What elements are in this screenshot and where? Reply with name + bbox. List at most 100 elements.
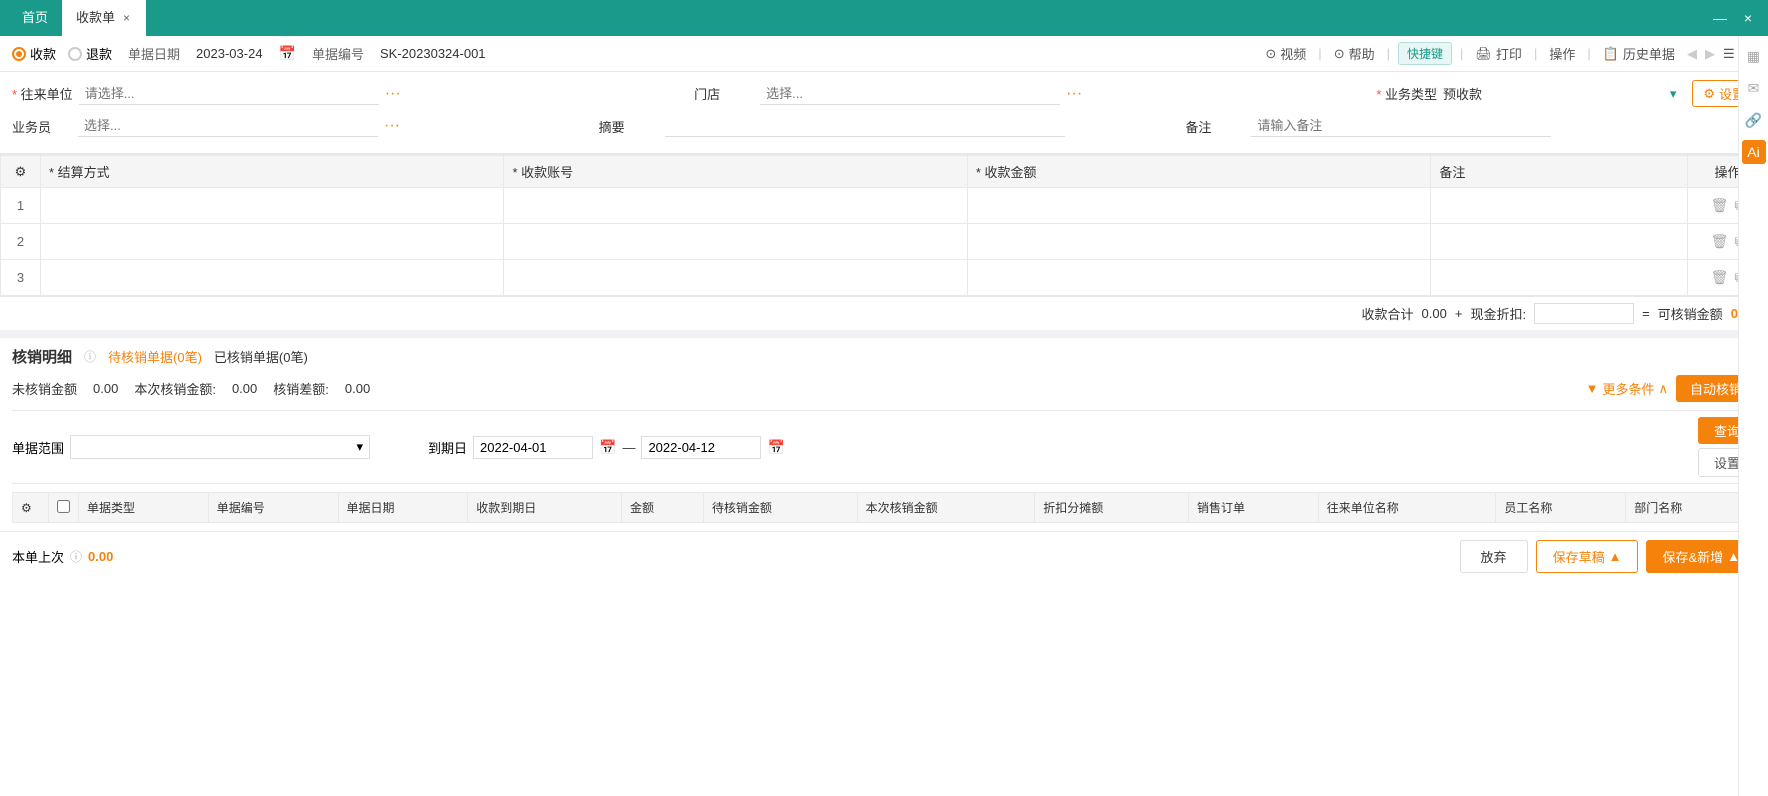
bt-checkbox-header[interactable] bbox=[49, 493, 79, 523]
bt-settings-header[interactable]: ⚙ bbox=[13, 493, 49, 523]
help-btn[interactable]: ⊙ 帮助 bbox=[1330, 42, 1379, 65]
sidebar-link-icon[interactable]: 🔗 bbox=[1742, 108, 1766, 132]
discount-label: 现金折扣: bbox=[1470, 304, 1526, 323]
delete-row-btn[interactable]: 🗑 bbox=[1711, 269, 1729, 286]
shortcut-btn[interactable]: 快捷键 bbox=[1398, 42, 1452, 65]
col-settlement-header: * 结算方式 bbox=[41, 156, 504, 188]
amount-cell[interactable] bbox=[967, 260, 1430, 296]
save-draft-btn[interactable]: 保存草稿 ▲ bbox=[1536, 540, 1639, 573]
sidebar-email-icon[interactable]: ✉ bbox=[1742, 76, 1766, 100]
refund-radio[interactable]: 退款 bbox=[68, 44, 112, 63]
bt-sales-order-header: 销售订单 bbox=[1188, 493, 1318, 523]
main-content: 收款 退款 单据日期 2023-03-24 📅 单据编号 SK-20230324… bbox=[0, 36, 1768, 796]
settlement-cell[interactable] bbox=[41, 188, 504, 224]
account-cell[interactable] bbox=[504, 188, 967, 224]
sidebar-ai-icon[interactable]: Ai bbox=[1742, 140, 1766, 164]
bt-discount-header: 折扣分摊额 bbox=[1035, 493, 1189, 523]
print-icon: 🖨 bbox=[1475, 46, 1492, 62]
remark-cell[interactable] bbox=[1431, 260, 1688, 296]
row-num: 1 bbox=[1, 188, 41, 224]
amount-cell[interactable] bbox=[967, 224, 1430, 260]
toolbar-actions: ⊙ 视频 | ⊙ 帮助 | 快捷键 | 🖨 打印 | 操作 | 📋 历史单据 bbox=[1261, 42, 1756, 65]
account-cell[interactable] bbox=[504, 224, 967, 260]
history-info-icon[interactable]: ⓘ bbox=[70, 548, 82, 565]
operate-label: 操作 bbox=[1549, 44, 1575, 63]
date-calendar-from[interactable]: 📅 bbox=[599, 439, 616, 456]
remark-cell[interactable] bbox=[1431, 224, 1688, 260]
total-label: 收款合计 bbox=[1362, 304, 1414, 323]
business-type-dropdown[interactable]: ▾ bbox=[1670, 86, 1677, 102]
more-conditions-btn[interactable]: ▼ 更多条件 ∧ bbox=[1586, 379, 1668, 398]
staff-input[interactable] bbox=[78, 115, 378, 137]
history-btn[interactable]: 📋 历史单据 bbox=[1599, 42, 1679, 65]
settlement-cell[interactable] bbox=[41, 260, 504, 296]
store-label: 门店 bbox=[694, 84, 754, 103]
staff-ellipsis[interactable]: ··· bbox=[384, 117, 400, 135]
col-account-header: * 收款账号 bbox=[504, 156, 967, 188]
print-btn[interactable]: 🖨 打印 bbox=[1471, 42, 1526, 65]
counterparty-label: 往来单位 bbox=[12, 84, 73, 103]
operate-btn[interactable]: 操作 bbox=[1545, 42, 1579, 65]
amount-cell[interactable] bbox=[967, 188, 1430, 224]
delete-row-btn[interactable]: 🗑 bbox=[1711, 197, 1729, 214]
col-settings-header[interactable]: ⚙ bbox=[1, 156, 41, 188]
summary-input[interactable] bbox=[665, 115, 1065, 137]
date-calendar-to[interactable]: 📅 bbox=[767, 439, 784, 456]
account-cell[interactable] bbox=[504, 260, 967, 296]
receipt-label: 收款 bbox=[30, 44, 56, 63]
bt-type-header: 单据类型 bbox=[79, 493, 209, 523]
video-btn[interactable]: ⊙ 视频 bbox=[1261, 42, 1310, 65]
unverified-label: 未核销金额 bbox=[12, 379, 77, 398]
refund-radio-dot bbox=[68, 47, 82, 61]
select-all-checkbox[interactable] bbox=[57, 500, 70, 513]
date-sep: — bbox=[622, 440, 635, 455]
counterparty-ellipsis[interactable]: ··· bbox=[385, 85, 401, 103]
date-calendar-icon[interactable]: 📅 bbox=[279, 45, 296, 62]
remark-cell[interactable] bbox=[1431, 188, 1688, 224]
receipt-radio[interactable]: 收款 bbox=[12, 44, 56, 63]
bottom-table-section: ⚙ 单据类型 单据编号 单据日期 收款到期日 金额 待核销金额 本次核销金额 折… bbox=[12, 492, 1756, 523]
tab-home[interactable]: 首页 bbox=[8, 0, 62, 36]
bottom-bar: 本单上次 ⓘ 0.00 放弃 保存草稿 ▲ 保存&新增 ▲ bbox=[0, 531, 1768, 581]
no-value: SK-20230324-001 bbox=[380, 46, 486, 61]
staff-field: 业务员 ··· bbox=[12, 115, 583, 137]
delete-row-btn[interactable]: 🗑 bbox=[1711, 233, 1729, 250]
due-date-from[interactable] bbox=[473, 436, 593, 459]
pending-tab[interactable]: 待核销单据(0笔) bbox=[108, 347, 202, 366]
due-date-to[interactable] bbox=[641, 436, 761, 459]
counterparty-input[interactable] bbox=[79, 83, 379, 105]
store-ellipsis[interactable]: ··· bbox=[1066, 85, 1082, 103]
tab-receipt[interactable]: 收款单 × bbox=[62, 0, 146, 36]
tab-close-btn[interactable]: × bbox=[121, 0, 132, 36]
done-tab[interactable]: 已核销单据(0笔) bbox=[214, 347, 308, 366]
receipt-refund-group: 收款 退款 bbox=[12, 44, 112, 63]
unverified-value: 0.00 bbox=[93, 381, 118, 396]
bt-staff-header: 员工名称 bbox=[1496, 493, 1626, 523]
hexiao-stats: 未核销金额 0.00 本次核销金额: 0.00 核销差额: 0.00 ▼ 更多条… bbox=[12, 375, 1756, 402]
discard-btn[interactable]: 放弃 bbox=[1460, 540, 1528, 573]
history-record-label: 本单上次 bbox=[12, 547, 64, 566]
hexiao-actions: ▼ 更多条件 ∧ 自动核销 bbox=[1586, 375, 1756, 402]
settlement-cell[interactable] bbox=[41, 224, 504, 260]
filter-row: 单据范围 ▾ 到期日 📅 — 📅 查询 设置 bbox=[12, 410, 1756, 484]
hexiao-title: 核销明细 bbox=[12, 346, 72, 367]
range-select[interactable]: ▾ bbox=[70, 435, 370, 459]
form-row-1: 往来单位 ··· 门店 ··· 业务类型 预收款 ▾ ⚙ 设置 bbox=[12, 80, 1756, 107]
minimize-icon[interactable]: — bbox=[1708, 6, 1732, 30]
hexiao-info-icon[interactable]: ⓘ bbox=[84, 348, 96, 365]
summary-label: 摘要 bbox=[599, 117, 659, 136]
range-dropdown-icon: ▾ bbox=[356, 439, 363, 455]
discount-input[interactable] bbox=[1534, 303, 1634, 324]
col-remark-header: 备注 bbox=[1431, 156, 1688, 188]
print-label: 打印 bbox=[1496, 44, 1522, 63]
bt-amount-header: 金额 bbox=[622, 493, 704, 523]
sidebar-table-icon[interactable]: ▦ bbox=[1742, 44, 1766, 68]
store-input[interactable] bbox=[760, 83, 1060, 105]
remark-input[interactable] bbox=[1251, 115, 1551, 137]
save-draft-label: 保存草稿 bbox=[1553, 547, 1605, 566]
tab-receipt-label: 收款单 bbox=[76, 0, 115, 36]
store-field: 门店 ··· bbox=[694, 83, 1360, 105]
close-window-icon[interactable]: × bbox=[1736, 6, 1760, 30]
counterparty-field: 往来单位 ··· bbox=[12, 83, 678, 105]
receipt-table-section: ⚙ * 结算方式 * 收款账号 * 收款金额 备注 操作 1 🗑 ⧉ bbox=[0, 154, 1768, 296]
